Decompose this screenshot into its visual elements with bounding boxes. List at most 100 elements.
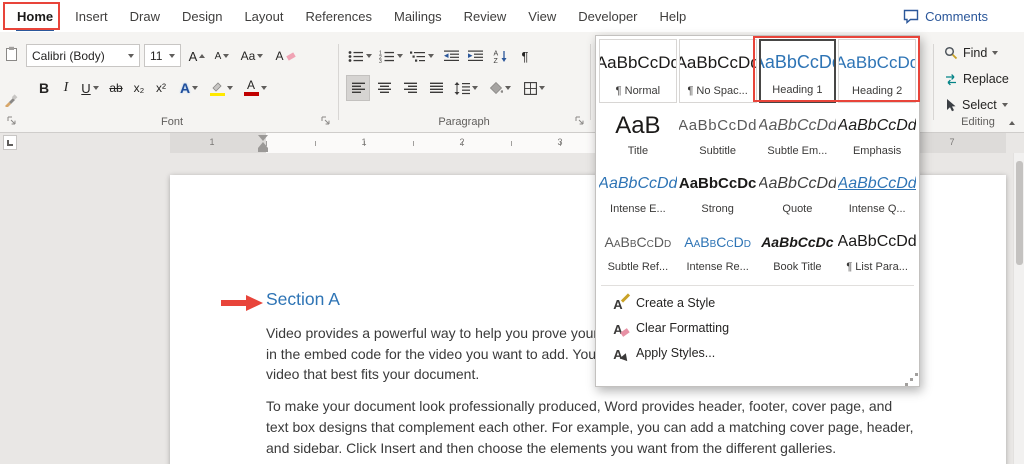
style-no-spacing[interactable]: AaBbCcDd ¶ No Spac... <box>678 39 757 103</box>
align-left-button[interactable] <box>346 75 370 101</box>
apply-styles-menu-item[interactable]: A Apply Styles... <box>599 340 916 365</box>
tab-help[interactable]: Help <box>649 0 698 32</box>
tab-draw[interactable]: Draw <box>119 0 171 32</box>
vertical-scrollbar[interactable] <box>1013 153 1024 464</box>
style-quote[interactable]: AaBbCcDd Quote <box>759 164 837 220</box>
apply-styles-icon: A <box>609 344 627 362</box>
highlight-color-button[interactable] <box>206 75 236 101</box>
decrease-indent-button[interactable] <box>440 44 462 68</box>
show-formatting-marks-button[interactable]: ¶ <box>515 44 535 68</box>
sort-a-letter: A <box>493 51 498 58</box>
select-button[interactable]: Select <box>944 94 1008 116</box>
numbering-button[interactable]: 123 <box>377 44 405 68</box>
justify-button[interactable] <box>424 75 448 101</box>
shrink-font-icon: A <box>214 50 222 62</box>
strikethrough-icon: ab <box>109 81 123 95</box>
style-subtle-reference[interactable]: AaBbCcDd Subtle Ref... <box>599 222 677 278</box>
tab-review[interactable]: Review <box>453 0 518 32</box>
format-painter-button[interactable] <box>2 88 20 112</box>
align-right-button[interactable] <box>398 75 422 101</box>
sort-button[interactable]: AZ <box>488 44 512 68</box>
tab-stop-icon <box>7 139 13 146</box>
resize-grip[interactable] <box>910 378 913 381</box>
tab-references[interactable]: References <box>295 0 383 32</box>
style-list-paragraph[interactable]: AaBbCcDd ¶ List Para... <box>838 222 916 278</box>
text-effects-button[interactable]: A <box>176 75 202 101</box>
style-label: ¶ List Para... <box>846 261 908 273</box>
clipboard-dialog-launcher[interactable] <box>6 115 18 127</box>
comments-button[interactable]: Comments <box>895 3 996 29</box>
tab-insert[interactable]: Insert <box>64 0 119 32</box>
first-line-indent-marker[interactable] <box>258 135 268 141</box>
text-line[interactable]: and sidebar. Click Insert and then choos… <box>266 438 914 459</box>
chevron-down-icon <box>92 86 99 90</box>
group-divider <box>933 44 934 120</box>
borders-grid-icon <box>523 81 537 95</box>
style-heading-1[interactable]: AaBbCcDd Heading 1 <box>758 39 837 103</box>
find-button[interactable]: Find <box>944 42 999 64</box>
paragraph-dialog-launcher[interactable] <box>574 115 586 127</box>
chevron-down-icon <box>472 86 478 90</box>
style-heading-2[interactable]: AaBbCcDd Heading 2 <box>838 39 916 103</box>
style-intense-emphasis[interactable]: AaBbCcDd Intense E... <box>599 164 677 220</box>
font-color-button[interactable]: A <box>240 75 270 101</box>
font-size-select[interactable]: 11 <box>144 44 181 67</box>
style-title[interactable]: AaB Title <box>599 106 677 162</box>
paste-button[interactable] <box>2 42 20 66</box>
align-center-button[interactable] <box>372 75 396 101</box>
shading-button[interactable] <box>486 75 514 101</box>
grow-font-button[interactable]: A <box>185 44 209 68</box>
pilcrow-icon: ¶ <box>521 48 529 64</box>
tab-home[interactable]: Home <box>6 0 64 32</box>
eraser-icon <box>285 51 296 61</box>
style-book-title[interactable]: AaBbCcDc Book Title <box>759 222 837 278</box>
section-heading[interactable]: Section A <box>266 289 340 310</box>
clear-formatting-button[interactable]: A <box>272 44 298 68</box>
tab-layout[interactable]: Layout <box>233 0 294 32</box>
font-name-select[interactable]: Calibri (Body) <box>26 44 140 67</box>
styles-gallery-panel: AaBbCcDd ¶ Normal AaBbCcDd ¶ No Spac... Aa… <box>595 35 920 387</box>
left-indent-marker[interactable] <box>258 148 268 152</box>
line-spacing-button[interactable] <box>452 75 480 101</box>
style-normal[interactable]: AaBbCcDd ¶ Normal <box>599 39 677 103</box>
ruler-number: 2 <box>459 137 465 147</box>
caret-down-icon <box>223 54 230 58</box>
group-divider <box>338 44 339 120</box>
style-label: Intense Q... <box>848 203 906 215</box>
text-line[interactable]: text box designs that complement each ot… <box>266 417 914 438</box>
tab-developer[interactable]: Developer <box>567 0 648 32</box>
tab-design[interactable]: Design <box>171 0 233 32</box>
scrollbar-thumb[interactable] <box>1016 161 1023 265</box>
style-sample: AaBbCcDc <box>761 233 834 250</box>
italic-button[interactable]: I <box>57 75 75 101</box>
tab-view[interactable]: View <box>517 0 567 32</box>
style-subtitle[interactable]: AaBbCcDd Subtitle <box>679 106 757 162</box>
shrink-font-button[interactable]: A <box>211 44 233 68</box>
clear-formatting-menu-item[interactable]: A Clear Formatting <box>599 315 916 340</box>
replace-button[interactable]: Replace <box>944 68 1009 90</box>
multilevel-list-button[interactable] <box>408 44 436 68</box>
subscript-button[interactable]: x₂ <box>129 75 149 101</box>
change-case-button[interactable]: Aa <box>237 44 267 68</box>
create-style-menu-item[interactable]: A Create a Style <box>599 290 916 315</box>
superscript-button[interactable]: x² <box>151 75 171 101</box>
style-subtle-emphasis[interactable]: AaBbCcDd Subtle Em... <box>759 106 837 162</box>
style-intense-reference[interactable]: AaBbCcDd Intense Re... <box>679 222 757 278</box>
tab-mailings[interactable]: Mailings <box>383 0 453 32</box>
clear-formatting-icon: A <box>609 319 627 337</box>
collapse-ribbon-button[interactable] <box>1009 121 1015 125</box>
underline-button[interactable]: U <box>77 75 103 101</box>
strikethrough-button[interactable]: ab <box>105 75 127 101</box>
menu-label: Create a Style <box>636 295 716 310</box>
style-strong[interactable]: AaBbCcDc Strong <box>679 164 757 220</box>
bullets-button[interactable] <box>346 44 374 68</box>
bold-button[interactable]: B <box>34 75 54 101</box>
increase-indent-button[interactable] <box>464 44 486 68</box>
style-intense-quote[interactable]: AaBbCcDd Intense Q... <box>838 164 916 220</box>
text-line[interactable]: To make your document look professionall… <box>266 396 914 417</box>
tab-stop-selector[interactable] <box>3 135 17 150</box>
font-dialog-launcher[interactable] <box>320 115 332 127</box>
style-emphasis[interactable]: AaBbCcDd Emphasis <box>838 106 916 162</box>
underline-icon: U <box>81 80 91 96</box>
borders-button[interactable] <box>520 75 548 101</box>
